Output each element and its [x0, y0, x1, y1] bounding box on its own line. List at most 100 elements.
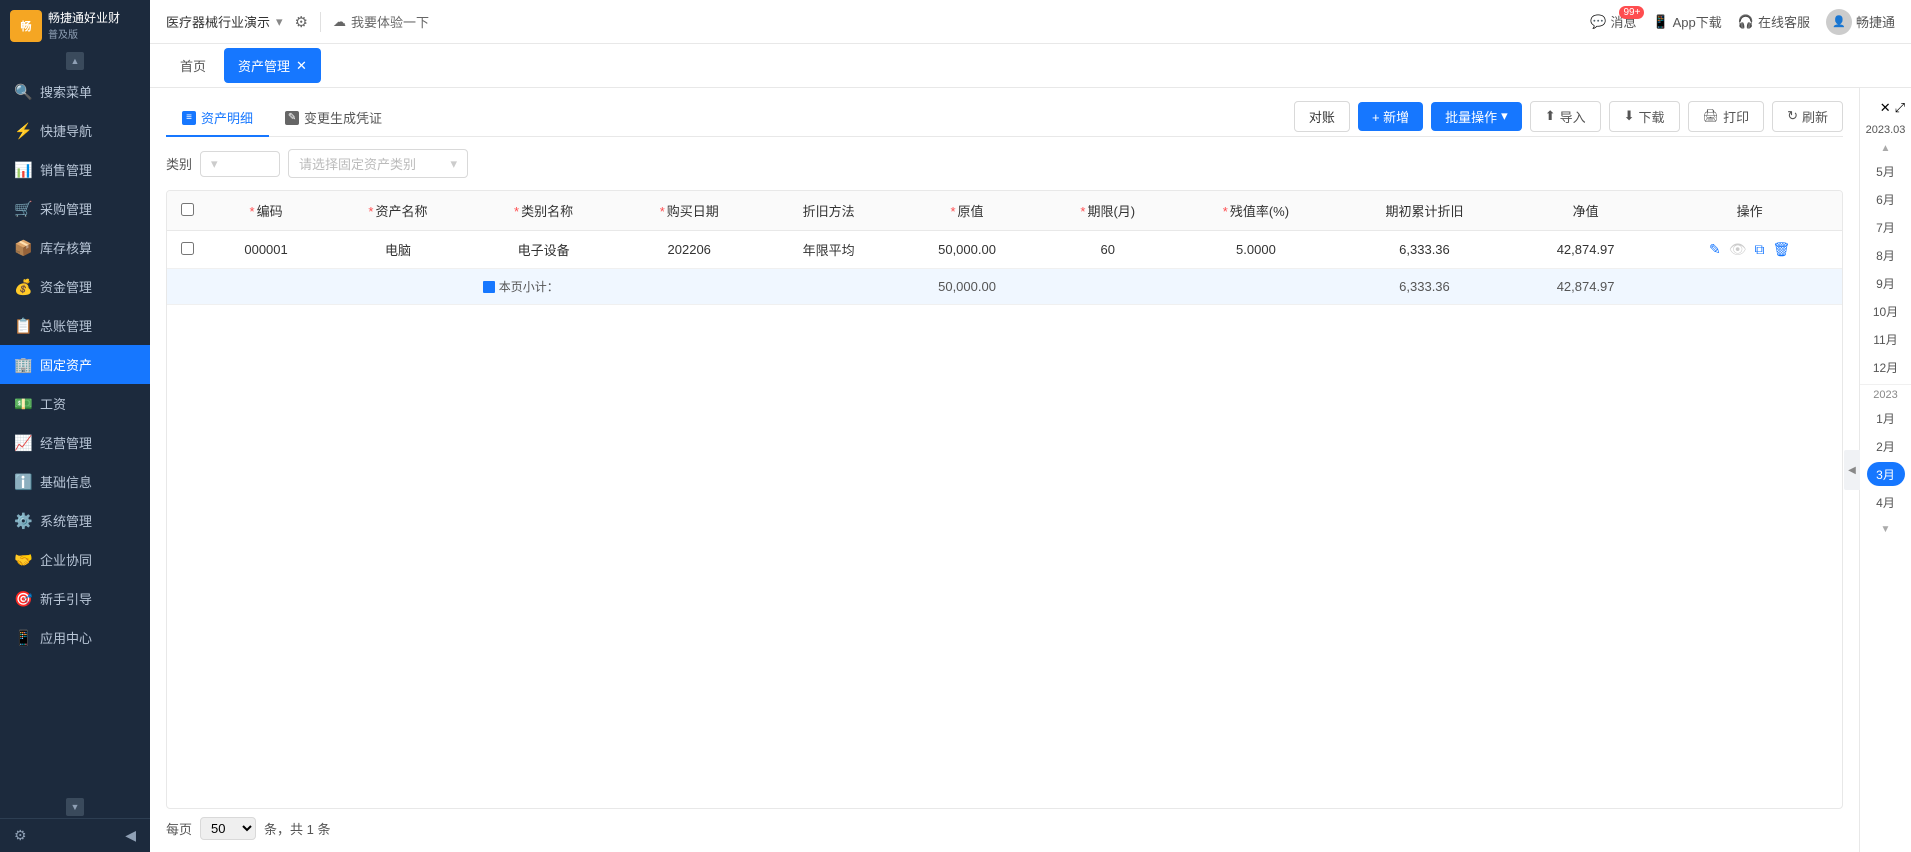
delete-icon[interactable]: 🗑	[1773, 241, 1791, 258]
sidebar-item-ledger[interactable]: 📋 总账管理	[0, 306, 150, 345]
tab-bar: 首页 资产管理 ✕	[150, 44, 1911, 88]
batch-ops-btn[interactable]: 批量操作 ▾	[1431, 102, 1522, 131]
sidebar-item-payroll[interactable]: 💵 工资	[0, 384, 150, 423]
sidebar-scroll-down[interactable]: ▼	[66, 798, 84, 816]
tab-close-icon[interactable]: ✕	[296, 58, 307, 74]
sidebar-item-guide[interactable]: 🎯 新手引导	[0, 579, 150, 618]
topbar-settings-icon[interactable]: ⚙	[295, 13, 308, 31]
col-depreciation-method: 折旧方法	[762, 191, 895, 231]
sub-tab-change-voucher[interactable]: ✎ 变更生成凭证	[269, 100, 398, 137]
pagination-total: 条，共 1 条	[264, 819, 330, 838]
settings-icon[interactable]: ⚙	[14, 827, 27, 844]
subtotal-accumulated: 6,333.36	[1335, 269, 1514, 305]
basic-info-icon: ℹ️	[14, 473, 32, 491]
month-scroll-up[interactable]: ▲	[1876, 140, 1896, 156]
sidebar-scroll-up[interactable]: ▲	[66, 52, 84, 70]
user-area[interactable]: 👤 畅捷通	[1826, 9, 1895, 35]
collapse-sidebar-icon[interactable]: ◀	[125, 827, 136, 844]
sidebar-item-fixed-assets[interactable]: 🏢 固定资产	[0, 345, 150, 384]
sidebar-item-sales[interactable]: 📊 销售管理	[0, 150, 150, 189]
month-11[interactable]: 11月	[1867, 327, 1905, 351]
sidebar-item-operation[interactable]: 📈 经营管理	[0, 423, 150, 462]
category-input[interactable]: 请选择固定资产类别 ▾	[288, 149, 468, 178]
expand-panel-icon[interactable]: ⤢	[1895, 100, 1905, 116]
sidebar-item-system[interactable]: ⚙️ 系统管理	[0, 501, 150, 540]
sidebar-item-app-center[interactable]: 📱 应用中心	[0, 618, 150, 657]
col-net-value: 净值	[1514, 191, 1657, 231]
row-original-value: 50,000.00	[895, 231, 1038, 269]
print-btn[interactable]: 🖨 打印	[1688, 101, 1765, 132]
purchase-icon: 🛒	[14, 200, 32, 218]
col-category: *类别名称	[471, 191, 617, 231]
subtotal-label-text: 本页小计：	[499, 278, 559, 295]
new-btn[interactable]: + 新增	[1358, 102, 1423, 131]
table-row: 000001 电脑 电子设备 202206 年限平均 50,000.00 60 …	[167, 231, 1842, 269]
month-3[interactable]: 3月	[1867, 462, 1905, 486]
category-select[interactable]: ▾	[200, 151, 280, 177]
view-icon[interactable]: 👁	[1729, 241, 1747, 258]
close-panel-icon[interactable]: ✕	[1880, 100, 1891, 116]
month-7[interactable]: 7月	[1867, 215, 1905, 239]
search-icon: 🔍	[14, 83, 32, 101]
sidebar-item-basic-info[interactable]: ℹ️ 基础信息	[0, 462, 150, 501]
online-service-btn[interactable]: 🎧 在线客服	[1738, 12, 1810, 31]
month-2[interactable]: 2月	[1867, 434, 1905, 458]
app-download-btn[interactable]: 📱 App下载	[1652, 12, 1721, 31]
month-scroll-down[interactable]: ▼	[1876, 521, 1896, 537]
sidebar-item-enterprise[interactable]: 🤝 企业协同	[0, 540, 150, 579]
copy-icon[interactable]: ⧉	[1755, 241, 1765, 258]
current-year-label: 2023	[1860, 384, 1911, 403]
row-category: 电子设备	[471, 231, 617, 269]
row-name: 电脑	[325, 231, 471, 269]
tab-home[interactable]: 首页	[166, 48, 220, 83]
reconcile-btn[interactable]: 对账	[1294, 101, 1350, 132]
company-selector[interactable]: 医疗器械行业演示 ▾	[166, 12, 283, 31]
month-8[interactable]: 8月	[1867, 243, 1905, 267]
messages-btn[interactable]: 💬 消息 99+	[1590, 12, 1636, 31]
col-purchase-date: *购买日期	[616, 191, 762, 231]
month-10[interactable]: 10月	[1867, 299, 1905, 323]
download-icon: 📱	[1652, 14, 1668, 30]
month-12[interactable]: 12月	[1867, 355, 1905, 379]
edit-icon[interactable]: ✎	[1709, 241, 1721, 258]
row-checkbox[interactable]	[181, 242, 194, 255]
col-name: *资产名称	[325, 191, 471, 231]
sidebar-item-purchase[interactable]: 🛒 采购管理	[0, 189, 150, 228]
row-depreciation-method: 年限平均	[762, 231, 895, 269]
tab-asset-mgmt[interactable]: 资产管理 ✕	[224, 48, 321, 83]
sidebar-item-capital[interactable]: 💰 资金管理	[0, 267, 150, 306]
import-btn[interactable]: ⬆ 导入	[1530, 101, 1601, 132]
headset-icon: 🎧	[1738, 14, 1754, 30]
pagination: 每页 50 100 200 条，共 1 条	[166, 809, 1843, 840]
download-btn[interactable]: ⬇ 下载	[1609, 101, 1680, 132]
month-1[interactable]: 1月	[1867, 406, 1905, 430]
sidebar: 畅 畅捷通好业财 普及版 ▲ 🔍 搜索菜单 ⚡ 快捷导航 📊 销售管理 🛒 采购…	[0, 0, 150, 852]
change-voucher-tab-icon: ✎	[285, 111, 299, 125]
collapse-right-panel-btn[interactable]: ◀	[1844, 450, 1860, 490]
sidebar-item-inventory[interactable]: 📦 库存核算	[0, 228, 150, 267]
enterprise-icon: 🤝	[14, 551, 32, 569]
month-5[interactable]: 5月	[1867, 159, 1905, 183]
content-inner: ≡ 资产明细 ✎ 变更生成凭证 对账 + 新增 批量操作 ▾	[150, 88, 1911, 852]
col-residual-rate: *残值率(%)	[1177, 191, 1335, 231]
table-header-row: *编码 *资产名称 *类别名称 *购买日期 折旧方法 *原值 *期限(月) *残…	[167, 191, 1842, 231]
sidebar-item-quick-nav[interactable]: ⚡ 快捷导航	[0, 111, 150, 150]
logo-text: 畅捷通好业财 普及版	[48, 11, 120, 42]
select-all-checkbox[interactable]	[181, 203, 194, 216]
sidebar-item-search[interactable]: 🔍 搜索菜单	[0, 72, 150, 111]
topbar: 医疗器械行业演示 ▾ ⚙ ☁ 我要体验一下 💬 消息 99+ 📱 App下载 🎧…	[150, 0, 1911, 44]
experience-btn[interactable]: ☁ 我要体验一下	[333, 12, 429, 31]
month-4[interactable]: 4月	[1867, 490, 1905, 514]
page-size-select[interactable]: 50 100 200	[200, 817, 256, 840]
message-icon: 💬	[1590, 14, 1606, 30]
category-select-value: ▾	[211, 156, 218, 172]
refresh-btn[interactable]: ↻ 刷新	[1772, 101, 1843, 132]
month-9[interactable]: 9月	[1867, 271, 1905, 295]
subtotal-row: 本页小计： 50,000.00 6,333.36 42,874.97	[167, 269, 1842, 305]
row-net-value: 42,874.97	[1514, 231, 1657, 269]
sub-tab-asset-detail[interactable]: ≡ 资产明细	[166, 100, 269, 137]
batch-dropdown-icon: ▾	[1501, 108, 1508, 124]
row-actions-cell: ✎ 👁 ⧉ 🗑	[1657, 231, 1842, 269]
month-6[interactable]: 6月	[1867, 187, 1905, 211]
operation-icon: 📈	[14, 434, 32, 452]
